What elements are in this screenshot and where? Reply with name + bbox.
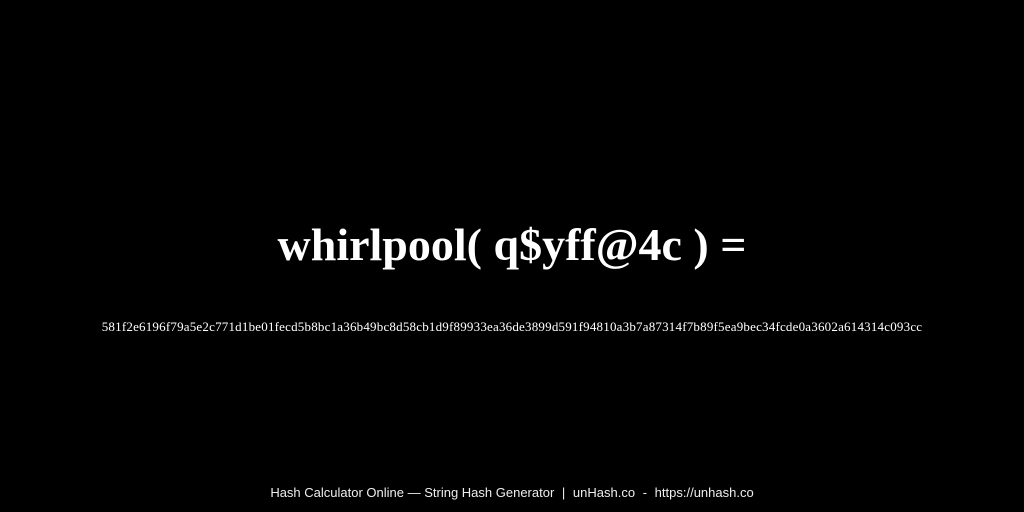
footer-separator-dash: -	[643, 485, 647, 500]
footer-description: Hash Calculator Online — String Hash Gen…	[270, 485, 554, 500]
hash-expression-title: whirlpool( q$yff@4c ) =	[278, 218, 747, 271]
main-content: whirlpool( q$yff@4c ) = 581f2e6196f79a5e…	[0, 0, 1024, 512]
hash-output-value: 581f2e6196f79a5e2c771d1be01fecd5b8bc1a36…	[102, 319, 923, 335]
footer-separator: |	[562, 485, 565, 500]
footer-url: https://unhash.co	[655, 485, 754, 500]
footer-site-name: unHash.co	[573, 485, 635, 500]
footer: Hash Calculator Online — String Hash Gen…	[0, 485, 1024, 500]
